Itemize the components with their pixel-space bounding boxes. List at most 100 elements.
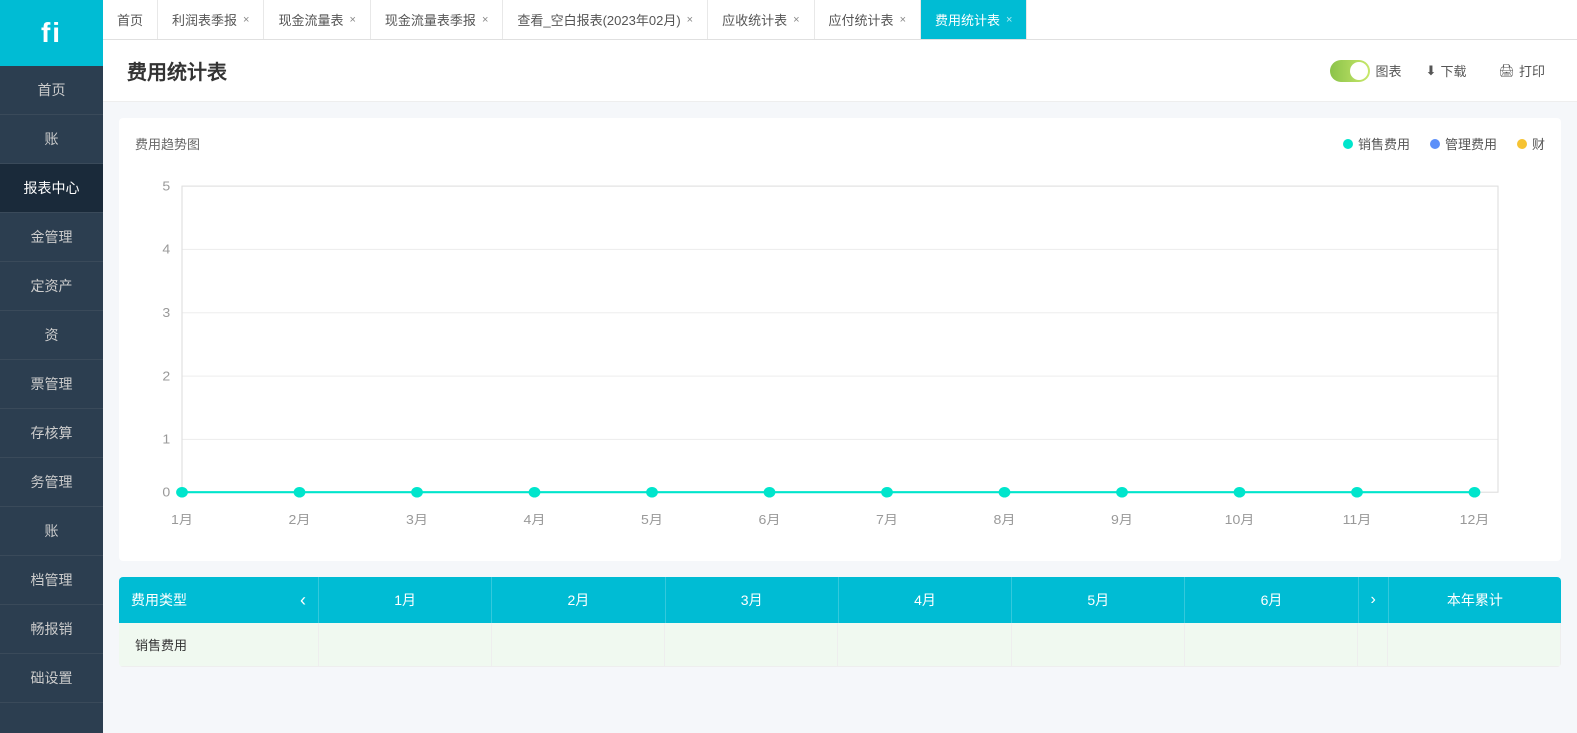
chart-dot-sales-2 — [294, 487, 306, 498]
svg-text:4月: 4月 — [524, 513, 546, 527]
svg-text:12月: 12月 — [1460, 513, 1490, 527]
download-icon: ⬇ — [1426, 63, 1437, 79]
chart-wrapper: 5 4 3 2 1 0 — [135, 165, 1545, 545]
tab-blank-report[interactable]: 查看_空白报表(2023年02月) × — [503, 0, 708, 39]
tab-close-cash-flow-quarter[interactable]: × — [482, 14, 488, 26]
chart-toggle[interactable] — [1330, 60, 1370, 82]
tab-close-expense[interactable]: × — [1006, 14, 1012, 26]
tab-close-receivable[interactable]: × — [793, 14, 799, 26]
chart-legend: 销售费用 管理费用 财 — [1343, 134, 1545, 153]
print-icon: 🖨 — [1498, 63, 1515, 79]
chart-header: 费用趋势图 销售费用 管理费用 财 — [135, 134, 1545, 153]
sidebar-item-archive[interactable]: 档管理 — [0, 556, 103, 605]
tab-close-cash-flow[interactable]: × — [349, 14, 355, 26]
page-title: 费用统计表 — [127, 56, 227, 85]
chart-dot-sales-11 — [1351, 487, 1363, 498]
td-sales-1 — [319, 623, 492, 666]
sidebar-item-expense-report[interactable]: 畅报销 — [0, 605, 103, 654]
tab-cash-flow[interactable]: 现金流量表 × — [264, 0, 370, 39]
chart-toggle-label: 图表 — [1376, 61, 1402, 80]
svg-text:1: 1 — [162, 432, 170, 446]
chart-dot-sales-7 — [881, 487, 893, 498]
th-month-5: 5月 — [1012, 577, 1185, 623]
td-sales-5 — [1012, 623, 1185, 666]
sidebar-item-fund[interactable]: 金管理 — [0, 213, 103, 262]
th-month-2: 2月 — [492, 577, 665, 623]
content-area: 费用统计表 图表 ⬇ 下载 🖨 打印 费用趋势图 — [103, 40, 1577, 733]
svg-text:6月: 6月 — [759, 513, 781, 527]
th-nav-next[interactable]: › — [1359, 577, 1389, 623]
svg-text:0: 0 — [162, 485, 170, 499]
sidebar-item-investment[interactable]: 资 — [0, 311, 103, 360]
chart-dot-sales-8 — [999, 487, 1011, 498]
legend-finance: 财 — [1517, 134, 1545, 153]
tab-close-blank-report[interactable]: × — [687, 14, 693, 26]
sidebar-item-inventory[interactable]: 存核算 — [0, 409, 103, 458]
svg-text:8月: 8月 — [994, 513, 1016, 527]
sidebar-item-ledger[interactable]: 账 — [0, 507, 103, 556]
main-area: 首页 利润表季报 × 现金流量表 × 现金流量表季报 × 查看_空白报表(202… — [103, 0, 1577, 733]
print-button[interactable]: 🖨 打印 — [1490, 57, 1553, 84]
th-nav-prev[interactable]: ‹ — [300, 590, 306, 611]
legend-label-admin: 管理费用 — [1445, 134, 1497, 153]
th-month-6: 6月 — [1185, 577, 1358, 623]
th-summary: 本年累计 — [1389, 577, 1561, 623]
svg-text:10月: 10月 — [1225, 513, 1255, 527]
sidebar: fi 首页 账 报表中心 金管理 定资产 资 票管理 存核算 务管理 账 档管理… — [0, 0, 103, 733]
legend-sales: 销售费用 — [1343, 134, 1410, 153]
legend-label-finance: 财 — [1532, 134, 1545, 153]
svg-text:3: 3 — [162, 306, 170, 320]
tab-receivable[interactable]: 应收统计表 × — [708, 0, 814, 39]
svg-text:2月: 2月 — [289, 513, 311, 527]
chart-dot-sales-12 — [1469, 487, 1481, 498]
sidebar-item-fixed-assets[interactable]: 定资产 — [0, 262, 103, 311]
svg-text:7月: 7月 — [876, 513, 898, 527]
td-sales-6 — [1185, 623, 1358, 666]
tab-close-profit-quarter[interactable]: × — [243, 14, 249, 26]
svg-text:3月: 3月 — [406, 513, 428, 527]
legend-dot-admin — [1430, 139, 1440, 149]
tab-home[interactable]: 首页 — [103, 0, 158, 39]
chart-dot-sales-4 — [529, 487, 541, 498]
sidebar-logo: fi — [0, 0, 103, 66]
sidebar-item-settings[interactable]: 础设置 — [0, 654, 103, 703]
expense-table: 费用类型 ‹ 1月 2月 3月 4月 5月 6月 › 本年累计 销售费用 — [119, 577, 1561, 667]
chart-dot-sales-6 — [764, 487, 776, 498]
td-type-sales: 销售费用 — [119, 623, 319, 666]
th-type: 费用类型 ‹ — [119, 577, 319, 623]
chart-dot-sales-10 — [1234, 487, 1246, 498]
chart-dot-sales-3 — [411, 487, 423, 498]
th-month-3: 3月 — [666, 577, 839, 623]
trend-chart: 5 4 3 2 1 0 — [135, 165, 1545, 545]
sidebar-item-home[interactable]: 首页 — [0, 66, 103, 115]
sidebar-item-account[interactable]: 账 — [0, 115, 103, 164]
tab-cash-flow-quarter[interactable]: 现金流量表季报 × — [371, 0, 503, 39]
table-header: 费用类型 ‹ 1月 2月 3月 4月 5月 6月 › 本年累计 — [119, 577, 1561, 623]
chart-dot-sales-1 — [176, 487, 188, 498]
tab-payable[interactable]: 应付统计表 × — [815, 0, 921, 39]
svg-text:4: 4 — [162, 242, 170, 256]
td-sales-3 — [665, 623, 838, 666]
download-button[interactable]: ⬇ 下载 — [1418, 57, 1475, 84]
svg-text:1月: 1月 — [171, 513, 193, 527]
svg-text:9月: 9月 — [1111, 513, 1133, 527]
legend-label-sales: 销售费用 — [1358, 134, 1410, 153]
svg-text:5月: 5月 — [641, 513, 663, 527]
sidebar-item-ticket[interactable]: 票管理 — [0, 360, 103, 409]
table-row-sales: 销售费用 — [119, 623, 1561, 667]
td-nav-placeholder — [1358, 623, 1388, 666]
td-sales-summary — [1388, 623, 1561, 666]
page-header: 费用统计表 图表 ⬇ 下载 🖨 打印 — [103, 40, 1577, 102]
legend-admin: 管理费用 — [1430, 134, 1497, 153]
svg-text:5: 5 — [162, 179, 170, 193]
chart-toggle-container: 图表 — [1330, 60, 1402, 82]
tab-profit-quarter[interactable]: 利润表季报 × — [158, 0, 264, 39]
tab-close-payable[interactable]: × — [900, 14, 906, 26]
td-sales-2 — [492, 623, 665, 666]
chart-section: 费用趋势图 销售费用 管理费用 财 — [119, 118, 1561, 561]
sidebar-item-report-center[interactable]: 报表中心 — [0, 164, 103, 213]
th-month-1: 1月 — [319, 577, 492, 623]
tab-expense[interactable]: 费用统计表 × — [921, 0, 1027, 39]
th-month-4: 4月 — [839, 577, 1012, 623]
sidebar-item-service[interactable]: 务管理 — [0, 458, 103, 507]
